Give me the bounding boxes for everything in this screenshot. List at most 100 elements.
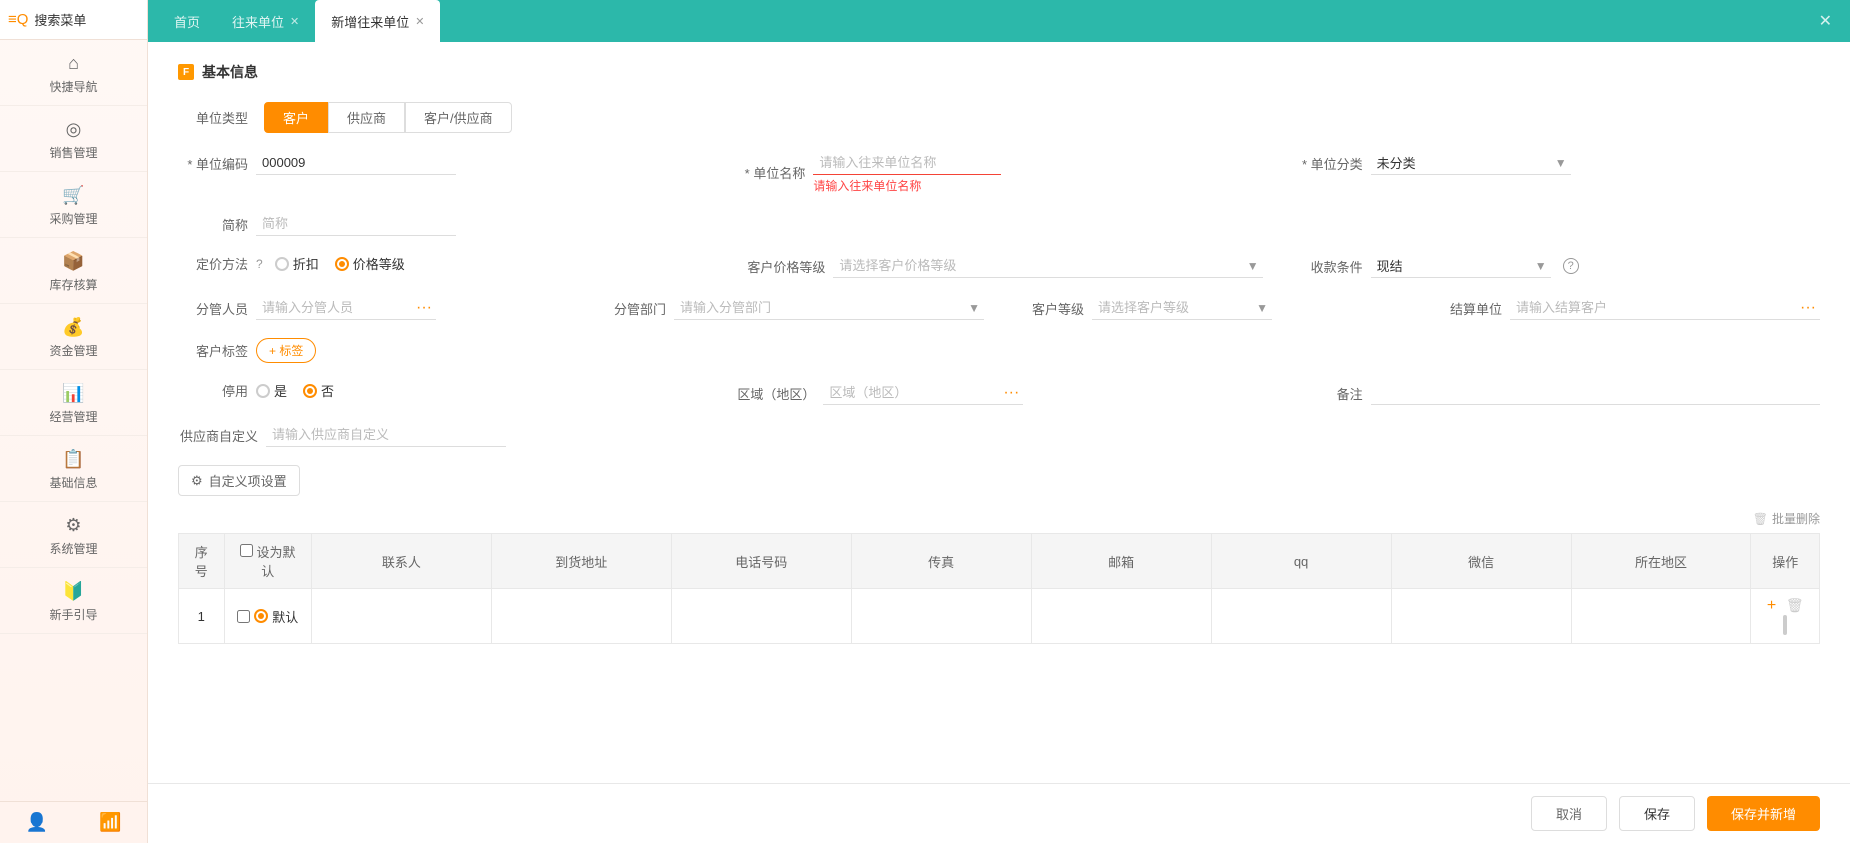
unit-name-input[interactable] [813, 151, 1001, 175]
price-level-arrow[interactable]: ▼ [1243, 259, 1263, 273]
phone-input[interactable] [682, 609, 841, 624]
customer-level-arrow[interactable]: ▼ [1252, 301, 1272, 315]
type-btn-both[interactable]: 客户/供应商 [405, 102, 512, 133]
sidebar-expand-icon[interactable]: 📶 [99, 812, 121, 833]
row-supplier-custom: 供应商自定义 [178, 423, 1820, 447]
type-btn-supplier[interactable]: 供应商 [328, 102, 405, 133]
payment-terms-arrow[interactable]: ▼ [1531, 259, 1551, 273]
cell-wechat[interactable] [1391, 589, 1571, 644]
unit-category-input[interactable] [1371, 151, 1551, 174]
address-input[interactable] [502, 609, 661, 624]
cell-fax[interactable] [851, 589, 1031, 644]
guide-icon: 🔰 [63, 580, 85, 602]
payment-terms-help[interactable]: ? [1563, 258, 1579, 274]
radio-price-level-circle [335, 257, 349, 271]
batch-delete-label[interactable]: 批量删除 [1772, 510, 1820, 527]
sidebar-user-icon[interactable]: 👤 [26, 812, 48, 833]
row-checkbox[interactable] [237, 610, 250, 623]
field-dept: 分管部门 ▼ [596, 296, 984, 320]
sidebar-item-inventory[interactable]: 📦 库存核算 [0, 238, 147, 304]
save-button[interactable]: 保存 [1619, 796, 1695, 831]
manager-more-btn[interactable]: ··· [412, 299, 436, 317]
payment-terms-input[interactable] [1371, 254, 1531, 277]
cell-contact[interactable] [311, 589, 491, 644]
sidebar-item-quick-nav[interactable]: ⌂ 快捷导航 [0, 40, 147, 106]
type-btn-customer[interactable]: 客户 [264, 102, 328, 133]
email-input[interactable] [1042, 609, 1201, 624]
radio-yes[interactable]: 是 [256, 381, 287, 400]
dept-input[interactable] [674, 296, 964, 319]
dept-arrow[interactable]: ▼ [964, 301, 984, 315]
abbr-input[interactable] [256, 212, 456, 236]
sidebar-item-operation[interactable]: 📊 经营管理 [0, 370, 147, 436]
wechat-input[interactable] [1402, 609, 1561, 624]
radio-no[interactable]: 否 [303, 381, 334, 400]
unit-category-arrow[interactable]: ▼ [1551, 156, 1571, 170]
fax-input[interactable] [862, 609, 1021, 624]
cell-qq[interactable] [1211, 589, 1391, 644]
customer-price-level-label: 客户价格等级 [735, 257, 825, 276]
tab-bar-close-btn[interactable]: ✕ [1811, 7, 1840, 35]
pricing-help-icon[interactable]: ? [256, 257, 263, 271]
col-default: 设为默认 [224, 534, 311, 589]
sidebar-item-sales[interactable]: ◎ 销售管理 [0, 106, 147, 172]
cell-region[interactable] [1571, 589, 1751, 644]
inventory-icon: 📦 [63, 250, 85, 272]
settlement-unit-input[interactable] [1510, 296, 1796, 319]
cell-email[interactable] [1031, 589, 1211, 644]
region-input[interactable] [823, 381, 999, 404]
sidebar-search[interactable]: ≡Q 搜索菜单 [0, 0, 147, 40]
unit-code-input[interactable] [256, 151, 456, 175]
field-customer-price-level: 客户价格等级 ▼ [735, 254, 1262, 278]
custom-settings-button[interactable]: ⚙ 自定义项设置 [178, 465, 300, 496]
sidebar-item-system[interactable]: ⚙ 系统管理 [0, 502, 147, 568]
col-email: 邮箱 [1031, 534, 1211, 589]
cancel-button[interactable]: 取消 [1531, 796, 1607, 831]
sidebar-item-guide[interactable]: 🔰 新手引导 [0, 568, 147, 634]
radio-discount[interactable]: 折扣 [275, 254, 319, 273]
cell-index: 1 [179, 589, 225, 644]
select-all-checkbox[interactable] [240, 544, 253, 557]
customer-level-input[interactable] [1092, 296, 1252, 319]
tab-partner[interactable]: 往来单位 ✕ [216, 0, 315, 42]
sidebar-item-basic[interactable]: 📋 基础信息 [0, 436, 147, 502]
cell-phone[interactable] [671, 589, 851, 644]
field-customer-tag: 客户标签 + 标签 [178, 338, 1820, 363]
sidebar-item-purchase[interactable]: 🛒 采购管理 [0, 172, 147, 238]
remark-input[interactable] [1371, 381, 1820, 405]
cell-address[interactable] [491, 589, 671, 644]
tab-partner-label: 往来单位 [232, 12, 284, 31]
qq-input[interactable] [1222, 609, 1381, 624]
contact-input[interactable] [322, 609, 481, 624]
customer-price-level-input[interactable] [833, 254, 1242, 277]
supplier-custom-input[interactable] [266, 423, 506, 447]
unit-type-row: 单位类型 客户 供应商 客户/供应商 [178, 102, 1820, 133]
sidebar-item-finance[interactable]: 💰 资金管理 [0, 304, 147, 370]
row-delete-btn[interactable]: 🗑 [1783, 597, 1807, 613]
unit-name-label: * 单位名称 [735, 163, 805, 182]
sales-icon: ◎ [63, 118, 85, 140]
sidebar-item-label: 采购管理 [49, 210, 97, 227]
save-new-button[interactable]: 保存并新增 [1707, 796, 1820, 831]
row-pricing: 定价方法 ? 折扣 价格等级 客户价格等级 ▼ [178, 254, 1820, 278]
tab-partner-close[interactable]: ✕ [290, 15, 299, 28]
row-region-input[interactable] [1582, 609, 1741, 624]
pricing-method-label: 定价方法 [178, 254, 248, 273]
sidebar-item-label: 经营管理 [49, 408, 97, 425]
region-more-btn[interactable]: ··· [999, 384, 1023, 402]
radio-price-level[interactable]: 价格等级 [335, 254, 405, 273]
row-default-radio[interactable]: 默认 [254, 607, 298, 626]
tab-new-partner[interactable]: 新增往来单位 ✕ [315, 0, 440, 42]
tab-home[interactable]: 首页 [158, 0, 216, 42]
col-index: 序号 [179, 534, 225, 589]
operation-icon: 📊 [63, 382, 85, 404]
tag-add-button[interactable]: + 标签 [256, 338, 316, 363]
row-add-btn[interactable]: + [1764, 597, 1779, 614]
radio-discount-label: 折扣 [293, 254, 319, 273]
row-drag-handle[interactable] [1783, 615, 1787, 635]
tab-bar: 首页 往来单位 ✕ 新增往来单位 ✕ ✕ [148, 0, 1850, 42]
settlement-unit-more-btn[interactable]: ··· [1796, 299, 1820, 317]
manager-input[interactable] [256, 296, 412, 319]
tab-new-partner-close[interactable]: ✕ [415, 15, 424, 28]
footer: 取消 保存 保存并新增 [148, 783, 1850, 843]
